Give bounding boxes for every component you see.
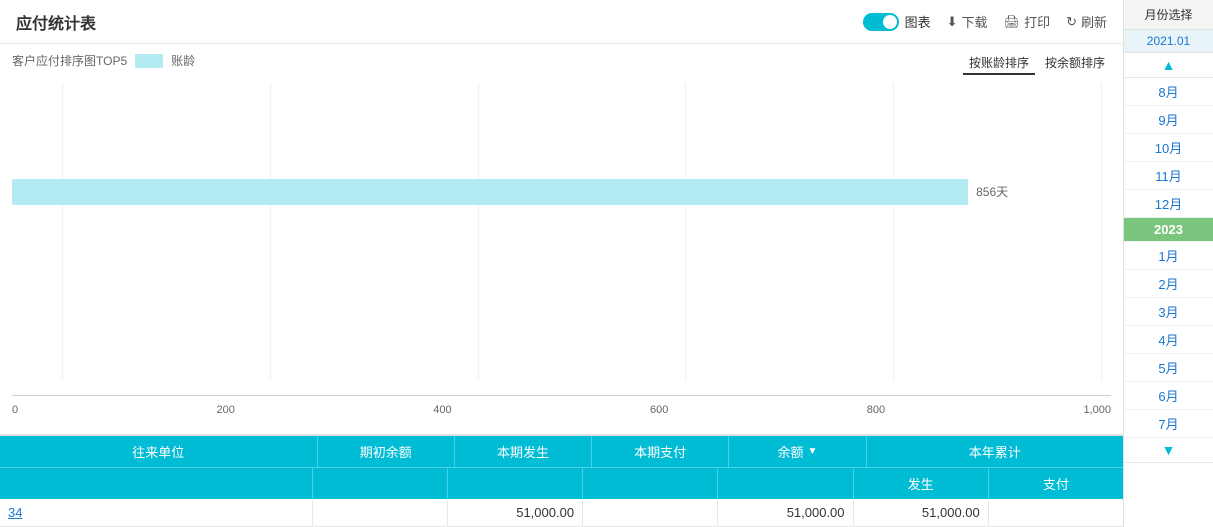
print-icon: 🖨 <box>1004 14 1021 30</box>
print-label: 打印 <box>1024 12 1050 31</box>
td-balance: 51,000.00 <box>718 499 853 526</box>
sidebar-month-8[interactable]: 8月 <box>1124 78 1213 106</box>
header: 应付统计表 图表 ⬇ 下载 🖨 打印 ↻ 刷新 <box>0 0 1123 44</box>
bar-fill <box>12 179 968 205</box>
sidebar-month-6[interactable]: 6月 <box>1124 382 1213 410</box>
toggle-label: 图表 <box>905 12 931 31</box>
td-unit: 34 <box>0 499 313 526</box>
bar-end-label: 856天 <box>976 183 1008 200</box>
bar-row: 34 856天 <box>12 179 1111 205</box>
x-axis-ticks: 0 200 400 600 800 1,000 <box>12 404 1111 416</box>
download-icon: ⬇ <box>947 14 958 30</box>
td-year-occur: 51,000.00 <box>854 499 989 526</box>
x-tick-0: 0 <box>12 404 18 416</box>
legend-box <box>135 54 163 68</box>
x-tick-200: 200 <box>217 404 235 416</box>
th-year-pay: 支付 <box>989 468 1123 499</box>
td-year-pay <box>989 499 1123 526</box>
th-current-pay: 本期支付 <box>592 436 729 467</box>
sidebar-up-button[interactable]: ▲ <box>1124 53 1213 78</box>
refresh-label: 刷新 <box>1081 12 1107 31</box>
table-header-row: 往来单位 期初余额 本期发生 本期支付 余额 ▼ 本年累计 <box>0 436 1123 467</box>
sort-by-amount-button[interactable]: 按账龄排序 <box>963 52 1035 75</box>
sidebar-date[interactable]: 2021.01 <box>1124 30 1213 53</box>
sidebar-month-5[interactable]: 5月 <box>1124 354 1213 382</box>
x-tick-800: 800 <box>867 404 885 416</box>
download-label: 下载 <box>962 12 988 31</box>
sort-buttons: 按账龄排序 按余额排序 <box>963 52 1111 75</box>
th-balance: 余额 ▼ <box>729 436 866 467</box>
sidebar-down-button[interactable]: ▼ <box>1124 438 1213 463</box>
sidebar: 月份选择 2021.01 ▲ 8月 9月 10月 11月 12月 2023 1月… <box>1123 0 1213 527</box>
toggle-track[interactable] <box>863 13 899 31</box>
table-sub-header: 发生 支付 <box>0 467 1123 499</box>
td-current-pay <box>583 499 718 526</box>
legend-label: 账龄 <box>171 52 195 69</box>
th-current-occur: 本期发生 <box>455 436 592 467</box>
sidebar-month-2[interactable]: 2月 <box>1124 270 1213 298</box>
sidebar-month-3[interactable]: 3月 <box>1124 298 1213 326</box>
td-period-balance <box>313 499 448 526</box>
th-year-total: 本年累计 <box>867 436 1123 467</box>
th-unit: 往来单位 <box>0 436 318 467</box>
chart-toggle[interactable]: 图表 <box>863 12 931 31</box>
th-period-sub <box>313 468 448 499</box>
sidebar-month-11[interactable]: 11月 <box>1124 162 1213 190</box>
filter-icon[interactable]: ▼ <box>807 446 817 457</box>
x-gridlines <box>62 83 1101 380</box>
sidebar-month-9[interactable]: 9月 <box>1124 106 1213 134</box>
unit-link[interactable]: 34 <box>8 505 22 520</box>
sidebar-header: 月份选择 <box>1124 0 1213 30</box>
sidebar-month-7[interactable]: 7月 <box>1124 410 1213 438</box>
sidebar-month-1[interactable]: 1月 <box>1124 242 1213 270</box>
th-balance-sub <box>718 468 853 499</box>
chart-section: 客户应付排序图TOP5 账龄 按账龄排序 按余额排序 34 856天 <box>0 44 1123 434</box>
th-occur-sub <box>448 468 583 499</box>
print-button[interactable]: 🖨 打印 <box>1004 12 1051 31</box>
download-button[interactable]: ⬇ 下载 <box>947 12 988 31</box>
header-actions: 图表 ⬇ 下载 🖨 打印 ↻ 刷新 <box>863 12 1107 31</box>
sort-by-balance-button[interactable]: 按余额排序 <box>1039 52 1111 75</box>
sidebar-year-2023[interactable]: 2023 <box>1124 218 1213 242</box>
x-tick-600: 600 <box>650 404 668 416</box>
chart-legend: 客户应付排序图TOP5 账龄 <box>12 52 1111 69</box>
refresh-button[interactable]: ↻ 刷新 <box>1066 12 1107 31</box>
chart-container: 34 856天 0 200 400 600 800 1,000 <box>12 73 1111 426</box>
table-row: 34 51,000.00 51,000.00 51,000.00 <box>0 499 1123 527</box>
th-year-occur: 发生 <box>854 468 989 499</box>
main-content: 应付统计表 图表 ⬇ 下载 🖨 打印 ↻ 刷新 客户应 <box>0 0 1123 527</box>
x-axis-line <box>12 395 1111 396</box>
page-title: 应付统计表 <box>16 10 96 34</box>
th-pay-sub <box>583 468 718 499</box>
refresh-icon: ↻ <box>1066 14 1077 30</box>
sidebar-month-list: 8月 9月 10月 11月 12月 2023 1月 2月 3月 4月 5月 6月… <box>1124 78 1213 438</box>
sidebar-month-12[interactable]: 12月 <box>1124 190 1213 218</box>
th-period-balance: 期初余额 <box>318 436 455 467</box>
table-section: 往来单位 期初余额 本期发生 本期支付 余额 ▼ 本年累计 发生 支付 34 <box>0 434 1123 527</box>
th-unit-sub <box>0 468 313 499</box>
x-tick-1000: 1,000 <box>1083 404 1111 416</box>
sidebar-month-4[interactable]: 4月 <box>1124 326 1213 354</box>
legend-title: 客户应付排序图TOP5 <box>12 52 127 69</box>
toggle-thumb <box>883 15 897 29</box>
td-current-occur: 51,000.00 <box>448 499 583 526</box>
sidebar-month-10[interactable]: 10月 <box>1124 134 1213 162</box>
x-tick-400: 400 <box>433 404 451 416</box>
